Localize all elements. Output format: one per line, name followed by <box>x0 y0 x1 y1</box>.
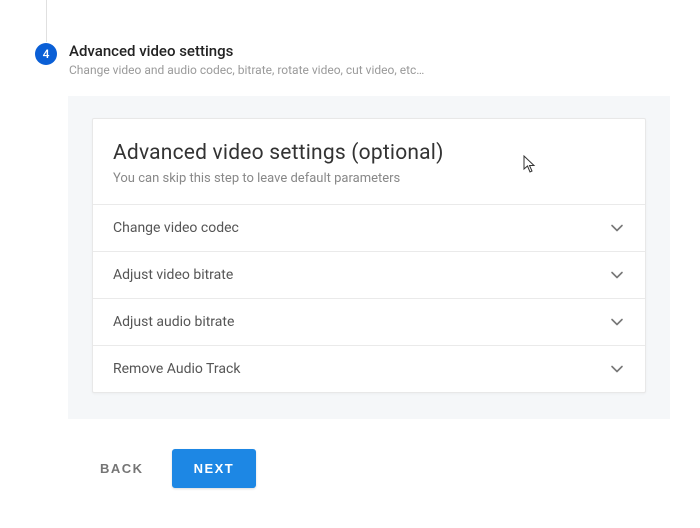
chevron-down-icon <box>609 267 625 283</box>
chevron-down-icon <box>609 361 625 377</box>
card-subtitle: You can skip this step to leave default … <box>113 171 625 186</box>
accordion-adjust-video-bitrate[interactable]: Adjust video bitrate <box>93 251 645 298</box>
wizard-footer: BACK NEXT <box>68 449 700 488</box>
accordion-change-video-codec[interactable]: Change video codec <box>93 204 645 251</box>
back-button[interactable]: BACK <box>92 451 152 486</box>
card-header: Advanced video settings (optional) You c… <box>93 119 645 204</box>
step-header: 4 Advanced video settings Change video a… <box>0 0 700 78</box>
step-number-badge: 4 <box>35 43 57 65</box>
chevron-down-icon <box>609 314 625 330</box>
accordion-label: Change video codec <box>113 220 239 236</box>
accordion-label: Adjust audio bitrate <box>113 314 234 330</box>
settings-card: Advanced video settings (optional) You c… <box>92 118 646 393</box>
step-subtitle: Change video and audio codec, bitrate, r… <box>69 63 424 79</box>
accordion-label: Remove Audio Track <box>113 361 240 377</box>
chevron-down-icon <box>609 220 625 236</box>
accordion-adjust-audio-bitrate[interactable]: Adjust audio bitrate <box>93 298 645 345</box>
next-button[interactable]: NEXT <box>172 449 257 488</box>
card-title: Advanced video settings (optional) <box>113 141 625 165</box>
content-panel: Advanced video settings (optional) You c… <box>68 96 670 419</box>
accordion-label: Adjust video bitrate <box>113 267 233 283</box>
step-titles: Advanced video settings Change video and… <box>69 42 424 78</box>
stepper-connector-line <box>46 0 47 42</box>
step-title: Advanced video settings <box>69 42 424 62</box>
accordion-remove-audio-track[interactable]: Remove Audio Track <box>93 345 645 392</box>
